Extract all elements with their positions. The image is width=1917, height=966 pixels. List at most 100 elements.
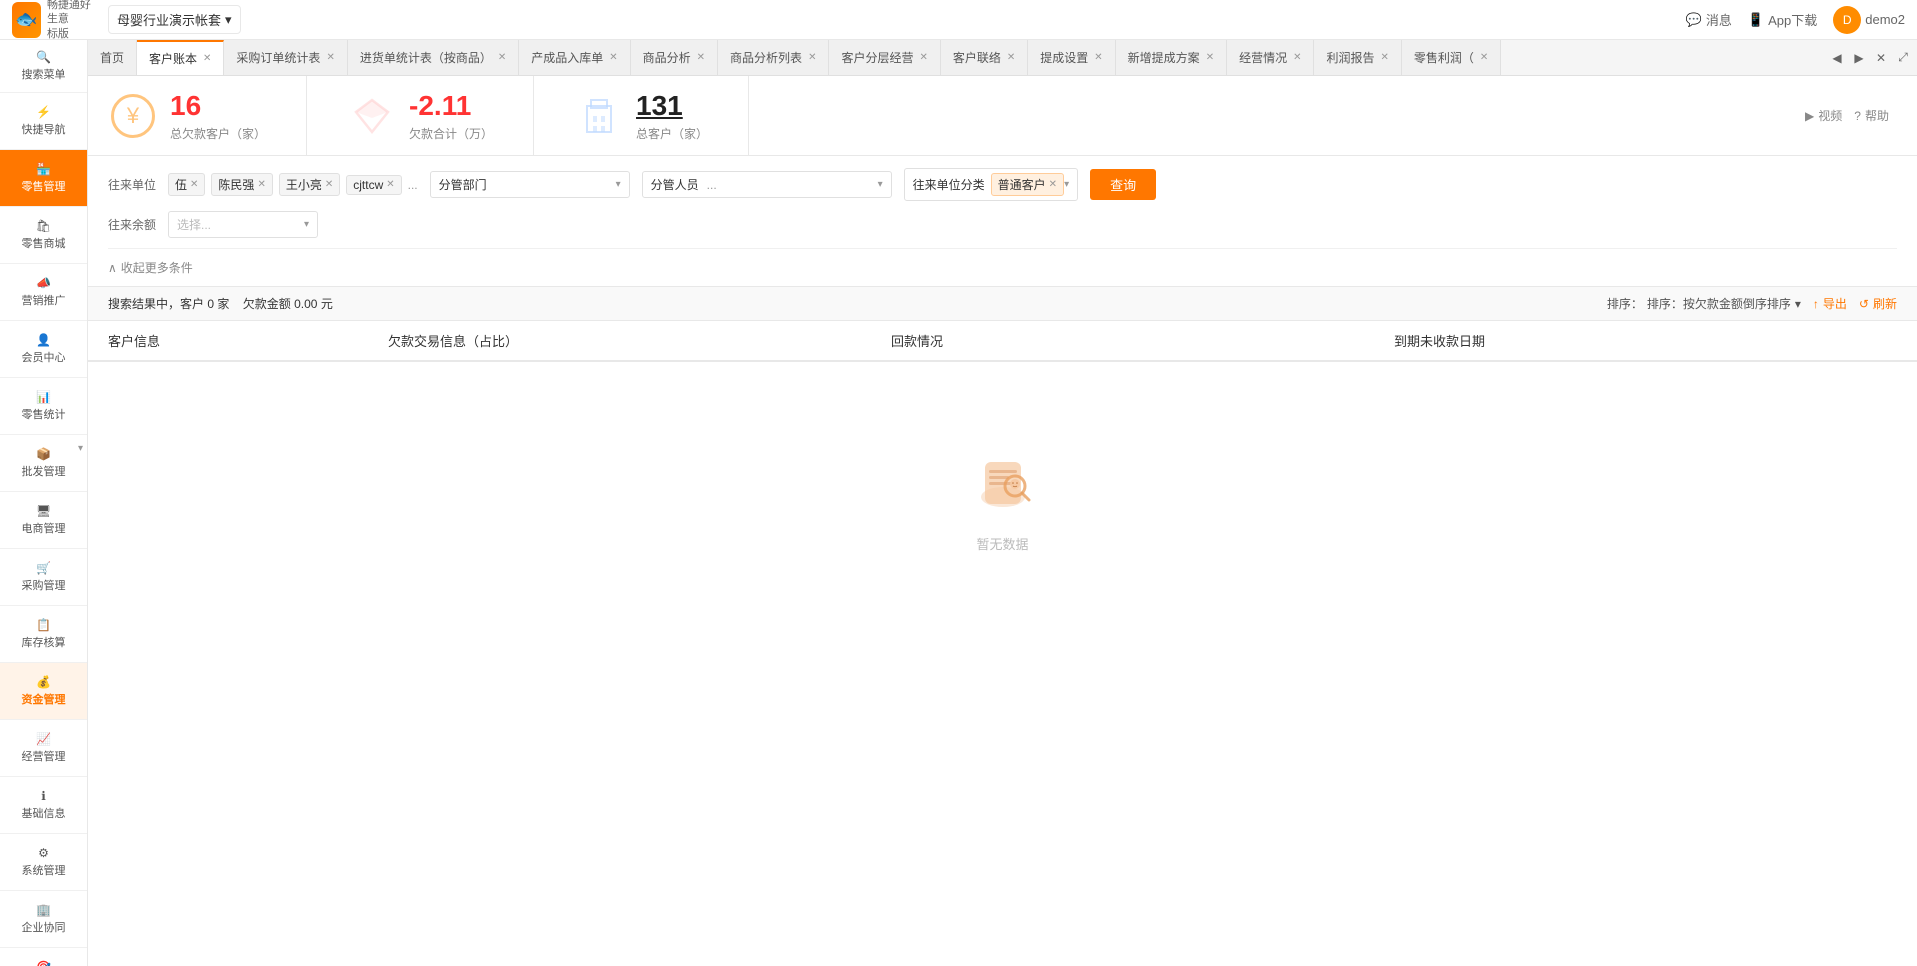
summary-card-info-customers: 16 总欠款客户（家）	[170, 89, 266, 142]
refresh-button[interactable]: ↺ 刷新	[1859, 295, 1897, 312]
tab-retail-profit[interactable]: 零售利润（ ✕	[1402, 40, 1501, 76]
col-header-due-date: 到期未收款日期	[1394, 331, 1897, 350]
tag-close-wu[interactable]: ✕	[190, 179, 198, 190]
tab-accounts[interactable]: 客户账本 ✕	[137, 40, 224, 76]
tab-close-retail-profit[interactable]: ✕	[1480, 52, 1488, 63]
sidebar-item-inventory[interactable]: 📋 库存核算	[0, 606, 87, 663]
balance-select[interactable]: 选择... ▾	[168, 211, 318, 238]
collapse-icon: ∧	[108, 261, 117, 275]
category-tag-normal[interactable]: 普通客户 ✕	[991, 173, 1064, 196]
tabs-scroll-left[interactable]: ◀	[1827, 48, 1847, 68]
user-menu[interactable]: D demo2	[1833, 6, 1905, 34]
results-actions: 排序： 排序：按欠款金额倒序排序 ▾ ↑ 导出 ↺ 刷新	[1607, 295, 1897, 312]
tab-close-accounts[interactable]: ✕	[203, 53, 211, 64]
collapse-button[interactable]: ∧ 收起更多条件	[108, 253, 1897, 282]
purchase-icon: 🛒	[4, 561, 83, 575]
tab-business-status[interactable]: 经营情况 ✕	[1227, 40, 1314, 76]
play-icon: ▶	[1805, 109, 1814, 123]
info-icon: ℹ	[4, 789, 83, 803]
tabs-scroll-right[interactable]: ▶	[1849, 48, 1869, 68]
logo-text: 畅捷通好生意 标版	[47, 0, 100, 41]
finance-icon: 💰	[4, 675, 83, 689]
tab-close-business-status[interactable]: ✕	[1293, 52, 1301, 63]
col-header-debt-info: 欠款交易信息（占比）	[388, 331, 891, 350]
video-help-button[interactable]: ▶ 视频	[1805, 107, 1842, 124]
category-select[interactable]: 往来单位分类 普通客户 ✕ ▾	[904, 168, 1078, 201]
col-header-payment: 回款情况	[891, 331, 1394, 350]
sidebar-item-enterprise[interactable]: 🏢 企业协同	[0, 891, 87, 948]
sidebar-item-system[interactable]: ⚙ 系统管理	[0, 834, 87, 891]
sidebar-item-operations[interactable]: 📈 经营管理	[0, 720, 87, 777]
tag-close-cjttcw[interactable]: ✕	[386, 179, 394, 190]
results-bar: 搜索结果中，客户 0 家 欠款金额 0.00 元 排序： 排序：按欠款金额倒序排…	[88, 287, 1917, 321]
tab-customer-tier[interactable]: 客户分层经营 ✕	[829, 40, 940, 76]
tab-close-new-promotion[interactable]: ✕	[1206, 52, 1214, 63]
table-container: 客户信息 欠款交易信息（占比） 回款情况 到期未收款日期	[88, 321, 1917, 633]
tab-close-goods-analysis-list[interactable]: ✕	[808, 52, 816, 63]
total-customers-value: 131	[636, 89, 708, 123]
retail-icon: 🏪	[4, 162, 83, 176]
tab-promotion-settings[interactable]: 提成设置 ✕	[1028, 40, 1115, 76]
sort-label: 排序：	[1607, 295, 1643, 312]
partner-tag-chen[interactable]: 陈民强 ✕	[211, 173, 272, 196]
summary-help: ▶ 视频 ? 帮助	[1805, 107, 1897, 124]
sidebar-item-ecommerce[interactable]: 🖥 电商管理	[0, 492, 87, 549]
partner-tag-wang[interactable]: 王小亮 ✕	[279, 173, 340, 196]
tag-close-wang[interactable]: ✕	[325, 179, 333, 190]
person-select[interactable]: 分管人员 ... ▾	[642, 171, 892, 198]
tab-close-profit-report[interactable]: ✕	[1381, 52, 1389, 63]
tab-goods-analysis-list[interactable]: 商品分析列表 ✕	[718, 40, 829, 76]
sidebar-item-retail-shop[interactable]: 🛍 零售商城	[0, 207, 87, 264]
partner-tag-wu[interactable]: 伍 ✕	[168, 173, 205, 196]
tab-production-in[interactable]: 产成品入库单 ✕	[519, 40, 630, 76]
help-button[interactable]: ? 帮助	[1854, 107, 1889, 124]
sidebar-item-search[interactable]: 🔍 搜索菜单	[0, 40, 87, 93]
tabs-close-all[interactable]: ✕	[1871, 48, 1891, 68]
tab-close-promotion-settings[interactable]: ✕	[1094, 52, 1102, 63]
nav-icon: ⚡	[4, 105, 83, 119]
tag-close-chen[interactable]: ✕	[257, 179, 265, 190]
sidebar-item-members[interactable]: 👤 会员中心	[0, 321, 87, 378]
sort-select[interactable]: 排序： 排序：按欠款金额倒序排序 ▾	[1607, 295, 1801, 312]
sort-arrow: ▾	[1795, 297, 1801, 311]
dept-select[interactable]: 分管部门 ▾	[430, 171, 630, 198]
tabs-maximize[interactable]: ⤢	[1893, 48, 1913, 68]
sidebar-item-finance[interactable]: 💰 资金管理	[0, 663, 87, 720]
partner-more-tags[interactable]: ...	[408, 178, 418, 192]
card-icon-diamond	[347, 91, 397, 141]
export-button[interactable]: ↑ 导出	[1813, 295, 1847, 312]
sidebar-item-quick-nav[interactable]: ⚡ 快捷导航	[0, 93, 87, 150]
tab-goods-analysis[interactable]: 商品分析 ✕	[631, 40, 718, 76]
tab-new-promotion[interactable]: 新增提成方案 ✕	[1116, 40, 1227, 76]
tab-close-purchase-orders[interactable]: ✕	[326, 52, 334, 63]
tab-close-customer-contact[interactable]: ✕	[1007, 52, 1015, 63]
tabs-bar: 首页 客户账本 ✕ 采购订单统计表 ✕ 进货单统计表（按商品） ✕ 产成品入库单…	[88, 40, 1917, 76]
tab-close-customer-tier[interactable]: ✕	[919, 52, 927, 63]
tab-close-goods-analysis[interactable]: ✕	[697, 52, 705, 63]
tag-close-category[interactable]: ✕	[1049, 179, 1057, 190]
message-icon: 💬	[1686, 12, 1702, 28]
operations-icon: 📈	[4, 732, 83, 746]
messages-button[interactable]: 💬 消息	[1686, 10, 1732, 29]
query-button[interactable]: 查询	[1090, 169, 1156, 200]
sidebar-item-new-guide[interactable]: 🎯 新手引导	[0, 948, 87, 966]
sidebar-item-wholesale[interactable]: 📦 批发管理 ▾	[0, 435, 87, 492]
app-download-button[interactable]: 📱 App下载	[1748, 10, 1817, 29]
sidebar-item-purchase[interactable]: 🛒 采购管理	[0, 549, 87, 606]
tab-customer-contact[interactable]: 客户联络 ✕	[941, 40, 1028, 76]
tab-home[interactable]: 首页	[88, 40, 137, 76]
tab-close-production-in[interactable]: ✕	[609, 52, 617, 63]
tab-close-purchase-stats[interactable]: ✕	[498, 52, 506, 63]
sidebar-item-marketing[interactable]: 📣 营销推广	[0, 264, 87, 321]
store-selector[interactable]: 母婴行业演示帐套 ▾	[108, 5, 241, 34]
sidebar-item-retail[interactable]: 🏪 零售管理	[0, 150, 87, 207]
sidebar-item-basic-info[interactable]: ℹ 基础信息	[0, 777, 87, 834]
chevron-down-icon: ▾	[225, 12, 232, 28]
tab-purchase-orders[interactable]: 采购订单统计表 ✕	[224, 40, 347, 76]
sidebar-item-retail-stats[interactable]: 📊 零售统计	[0, 378, 87, 435]
balance-arrow: ▾	[304, 219, 309, 230]
tab-profit-report[interactable]: 利润报告 ✕	[1314, 40, 1401, 76]
tab-purchase-stats[interactable]: 进货单统计表（按商品） ✕	[348, 40, 519, 76]
filter-row-1: 往来单位 伍 ✕ 陈民强 ✕ 王小亮	[108, 168, 1897, 201]
partner-tag-cjttcw[interactable]: cjttcw ✕	[346, 175, 401, 195]
